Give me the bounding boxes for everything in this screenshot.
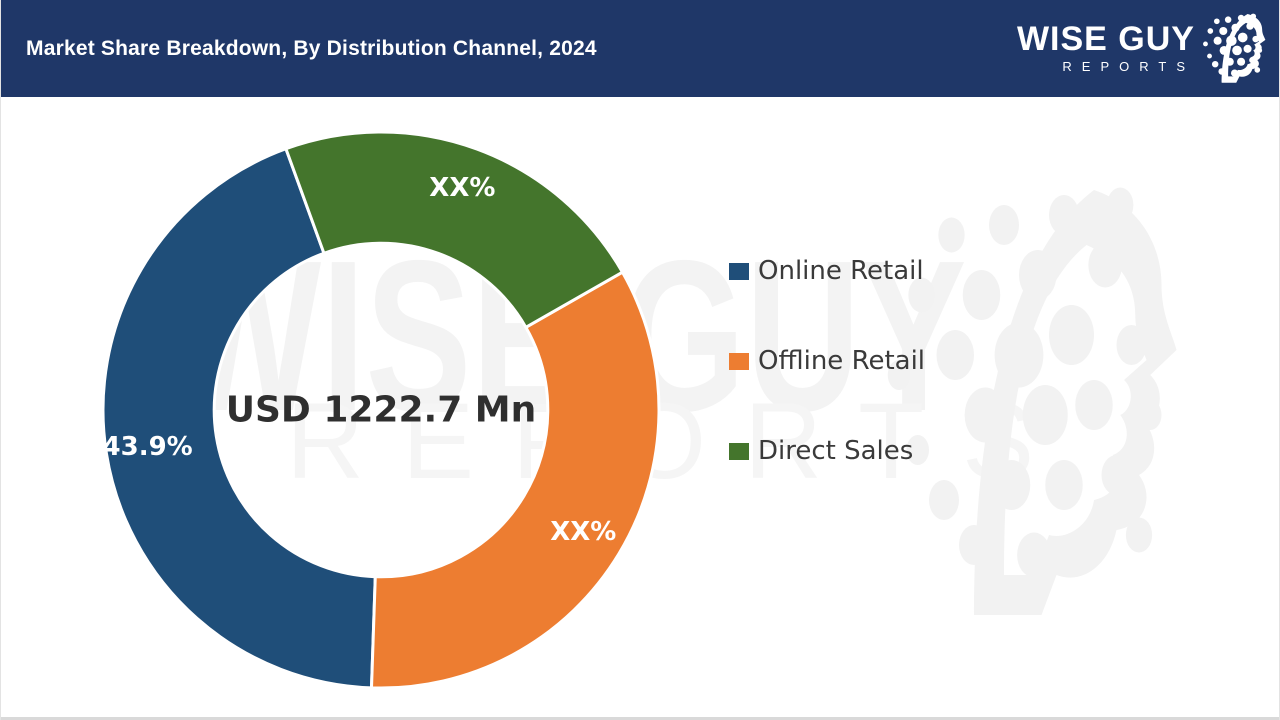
legend-item-online-retail: Online Retail — [729, 256, 925, 286]
page-title: Market Share Breakdown, By Distribution … — [26, 36, 597, 60]
logo-face-dots-icon — [1203, 13, 1266, 83]
legend-item-offline-retail: Offline Retail — [729, 346, 925, 376]
legend: Online Retail Offline Retail Direct Sale… — [729, 256, 925, 466]
legend-label-online-retail: Online Retail — [758, 256, 924, 286]
logo-wordmark: WISE GUY — [1016, 19, 1195, 58]
legend-swatch-offline-retail — [729, 352, 749, 370]
header-bar: Market Share Breakdown, By Distribution … — [1, 0, 1279, 97]
logo-subtitle: REPORTS — [1062, 59, 1195, 75]
donut-segment-direct-sales — [284, 130, 624, 329]
donut-center-value: USD 1222.7 Mn — [225, 389, 537, 431]
legend-label-direct-sales: Direct Sales — [758, 436, 914, 466]
legend-item-direct-sales: Direct Sales — [729, 436, 925, 466]
donut-segment-offline-retail — [369, 270, 661, 690]
slice-label-offline-retail: XX% — [550, 517, 616, 547]
infographic-page: WISE GUY REPORTS 43.9% XX% XX% USD 1222.7 … — [0, 0, 1280, 720]
legend-swatch-direct-sales — [729, 442, 749, 460]
wise-guy-reports-logo: WISE GUY REPORTS — [1017, 6, 1267, 90]
legend-swatch-online-retail — [729, 262, 749, 280]
slice-label-online-retail: 43.9% — [103, 432, 193, 462]
logo-text: WISE GUY REPORTS — [1016, 19, 1195, 75]
legend-label-offline-retail: Offline Retail — [758, 346, 926, 376]
slice-label-direct-sales: XX% — [429, 173, 495, 203]
